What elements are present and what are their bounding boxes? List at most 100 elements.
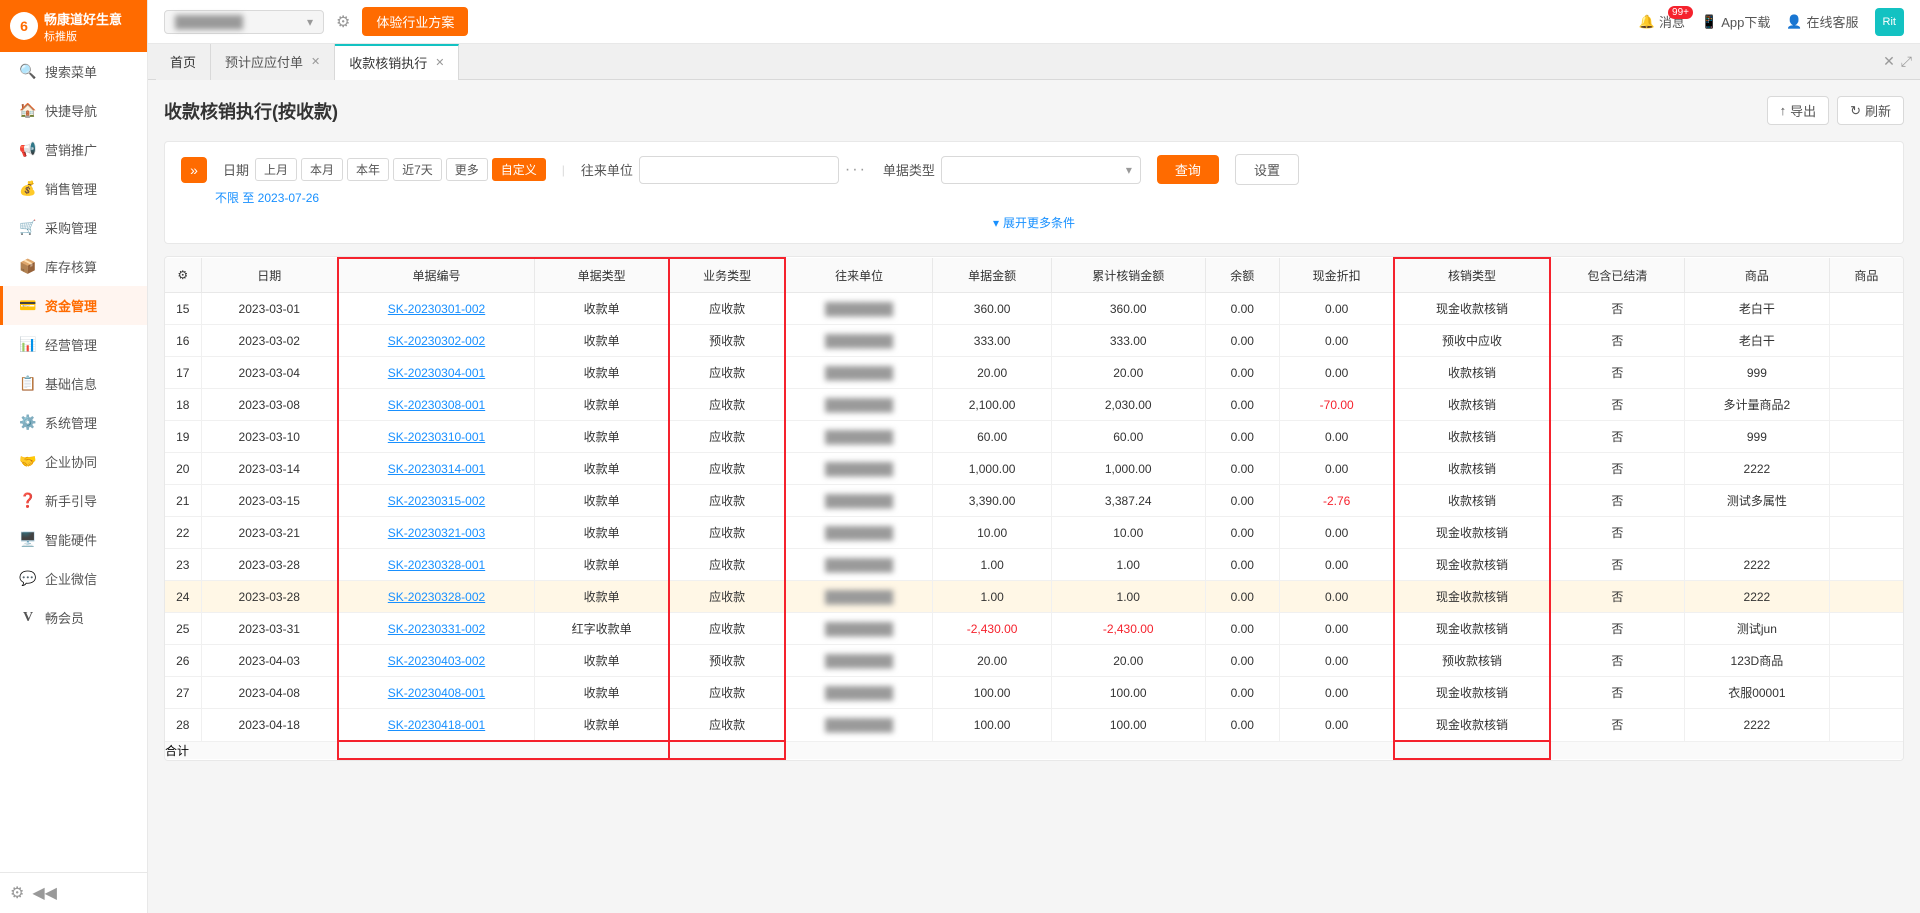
cell-discount: 0.00	[1279, 709, 1394, 742]
table-scroll[interactable]: ⚙ 日期 单据编号 单据类型 业务类型 往来单位 单据金额 累计核销金额 余额 …	[165, 257, 1903, 760]
cell-bill-type: 收款单	[535, 581, 670, 613]
cell-discount: 0.00	[1279, 325, 1394, 357]
cell-product2	[1829, 581, 1903, 613]
tab-pending[interactable]: 预计应应付单 ✕	[211, 44, 335, 80]
sidebar-item-search[interactable]: 🔍 搜索菜单	[0, 52, 147, 91]
col-included: 包含已结清	[1550, 258, 1685, 293]
cell-no: 21	[165, 485, 201, 517]
tab-close-all-icon[interactable]: ✕	[1883, 53, 1895, 70]
partner-input[interactable]	[639, 156, 839, 184]
custom-btn[interactable]: 自定义	[492, 158, 546, 181]
cell-bill-type: 收款单	[535, 517, 670, 549]
col-partner: 往来单位	[785, 258, 933, 293]
query-button[interactable]: 查询	[1157, 155, 1219, 184]
cell-partner: ████████	[785, 613, 933, 645]
tab-pending-close-icon[interactable]: ✕	[311, 55, 320, 68]
tab-home[interactable]: 首页	[156, 44, 211, 80]
sidebar-item-marketing[interactable]: 📢 营销推广	[0, 130, 147, 169]
col-biz-type: 业务类型	[669, 258, 785, 293]
cell-date: 2023-03-04	[201, 357, 338, 389]
table-row: 15 2023-03-01 SK-20230301-002 收款单 应收款 ██…	[165, 293, 1903, 325]
sidebar-item-wechat[interactable]: 💬 企业微信	[0, 559, 147, 598]
cell-biz-type: 应收款	[669, 357, 785, 389]
sidebar-item-finance[interactable]: 💳 资金管理	[0, 286, 147, 325]
sidebar-item-hardware[interactable]: 🖥️ 智能硬件	[0, 520, 147, 559]
tab-verify-close-icon[interactable]: ✕	[435, 56, 444, 69]
cell-partner: ████████	[785, 517, 933, 549]
sidebar-item-operations[interactable]: 📊 经营管理	[0, 325, 147, 364]
home-icon: 🏠	[19, 102, 37, 119]
footer-label: 合计	[165, 741, 338, 759]
export-button[interactable]: ↑ 导出	[1767, 96, 1830, 125]
cell-no: 25	[165, 613, 201, 645]
cell-bill-no: SK-20230328-001	[338, 549, 535, 581]
marketing-icon: 📢	[19, 141, 37, 158]
refresh-button[interactable]: ↻ 刷新	[1837, 96, 1904, 125]
last-month-btn[interactable]: 上月	[255, 158, 297, 181]
more-btn[interactable]: 更多	[446, 158, 488, 181]
cell-verify-type: 现金收款核销	[1394, 293, 1549, 325]
sidebar-item-newbie[interactable]: ❓ 新手引导	[0, 481, 147, 520]
cell-product1: 999	[1684, 357, 1829, 389]
this-year-btn[interactable]: 本年	[347, 158, 389, 181]
cell-discount: -2.76	[1279, 485, 1394, 517]
filter-settings-button[interactable]: 设置	[1235, 154, 1299, 185]
notification-button[interactable]: 🔔 消息 99+	[1639, 12, 1685, 31]
branch-selector[interactable]: ████████ ▾	[164, 10, 324, 34]
cell-discount: 0.00	[1279, 293, 1394, 325]
col-verify-type: 核销类型	[1394, 258, 1549, 293]
cell-bill-type: 收款单	[535, 709, 670, 742]
last7-btn[interactable]: 近7天	[393, 158, 442, 181]
cell-verify-type: 收款核销	[1394, 485, 1549, 517]
cell-verify-type: 现金收款核销	[1394, 581, 1549, 613]
sidebar-item-base[interactable]: 📋 基础信息	[0, 364, 147, 403]
this-month-btn[interactable]: 本月	[301, 158, 343, 181]
cell-date: 2023-03-31	[201, 613, 338, 645]
date-buttons: 上月 本月 本年 近7天 更多 自定义	[255, 158, 546, 181]
cell-partner: ████████	[785, 453, 933, 485]
cell-bill-type: 红字收款单	[535, 613, 670, 645]
sidebar-item-member[interactable]: V 畅会员	[0, 598, 147, 637]
sidebar-item-inventory[interactable]: 📦 库存核算	[0, 247, 147, 286]
sidebar-item-sales[interactable]: 💰 销售管理	[0, 169, 147, 208]
cell-bill-no: SK-20230301-002	[338, 293, 535, 325]
finance-icon: 💳	[19, 297, 37, 314]
footer-amount	[933, 741, 1052, 759]
tab-expand-icon[interactable]: ⤢	[1901, 53, 1912, 70]
cell-amount: 60.00	[933, 421, 1052, 453]
cell-balance: 0.00	[1205, 389, 1279, 421]
cell-partner: ████████	[785, 485, 933, 517]
sidebar-item-purchase[interactable]: 🛒 采购管理	[0, 208, 147, 247]
collapse-icon[interactable]: ◀◀	[32, 883, 57, 903]
cell-bill-type: 收款单	[535, 485, 670, 517]
purchase-icon: 🛒	[19, 219, 37, 236]
cell-bill-no: SK-20230308-001	[338, 389, 535, 421]
solution-button[interactable]: 体验行业方案	[362, 7, 468, 36]
tab-verify[interactable]: 收款核销执行 ✕	[335, 44, 459, 80]
cell-no: 16	[165, 325, 201, 357]
app-download-button[interactable]: 📱 App下载	[1701, 12, 1770, 31]
settings-bottom-icon[interactable]: ⚙	[10, 883, 24, 903]
cell-included: 否	[1550, 677, 1685, 709]
sidebar-item-system[interactable]: ⚙️ 系统管理	[0, 403, 147, 442]
cell-amount: 360.00	[933, 293, 1052, 325]
expand-more-btn[interactable]: ▾ 展开更多条件	[181, 214, 1887, 231]
table-row: 24 2023-03-28 SK-20230328-002 收款单 应收款 ██…	[165, 581, 1903, 613]
cell-included: 否	[1550, 389, 1685, 421]
col-settings[interactable]: ⚙	[165, 258, 201, 293]
gear-icon[interactable]: ⚙	[336, 12, 350, 32]
cell-discount: -70.00	[1279, 389, 1394, 421]
sidebar-item-enterprise[interactable]: 🤝 企业协同	[0, 442, 147, 481]
bill-type-select[interactable]: ▾	[941, 156, 1141, 184]
avatar[interactable]: Rit	[1875, 8, 1904, 36]
filter-toggle-button[interactable]: »	[181, 157, 207, 183]
data-table: ⚙ 日期 单据编号 单据类型 业务类型 往来单位 单据金额 累计核销金额 余额 …	[164, 256, 1904, 761]
date-range-display: 不限 至 2023-07-26	[181, 189, 1887, 206]
cell-included: 否	[1550, 709, 1685, 742]
chevron-down-icon: ▾	[307, 15, 313, 29]
cell-bill-type: 收款单	[535, 677, 670, 709]
sidebar-item-quicknav[interactable]: 🏠 快捷导航	[0, 91, 147, 130]
wechat-icon: 💬	[19, 570, 37, 587]
online-service-button[interactable]: 👤 在线客服	[1786, 12, 1858, 31]
cell-no: 27	[165, 677, 201, 709]
